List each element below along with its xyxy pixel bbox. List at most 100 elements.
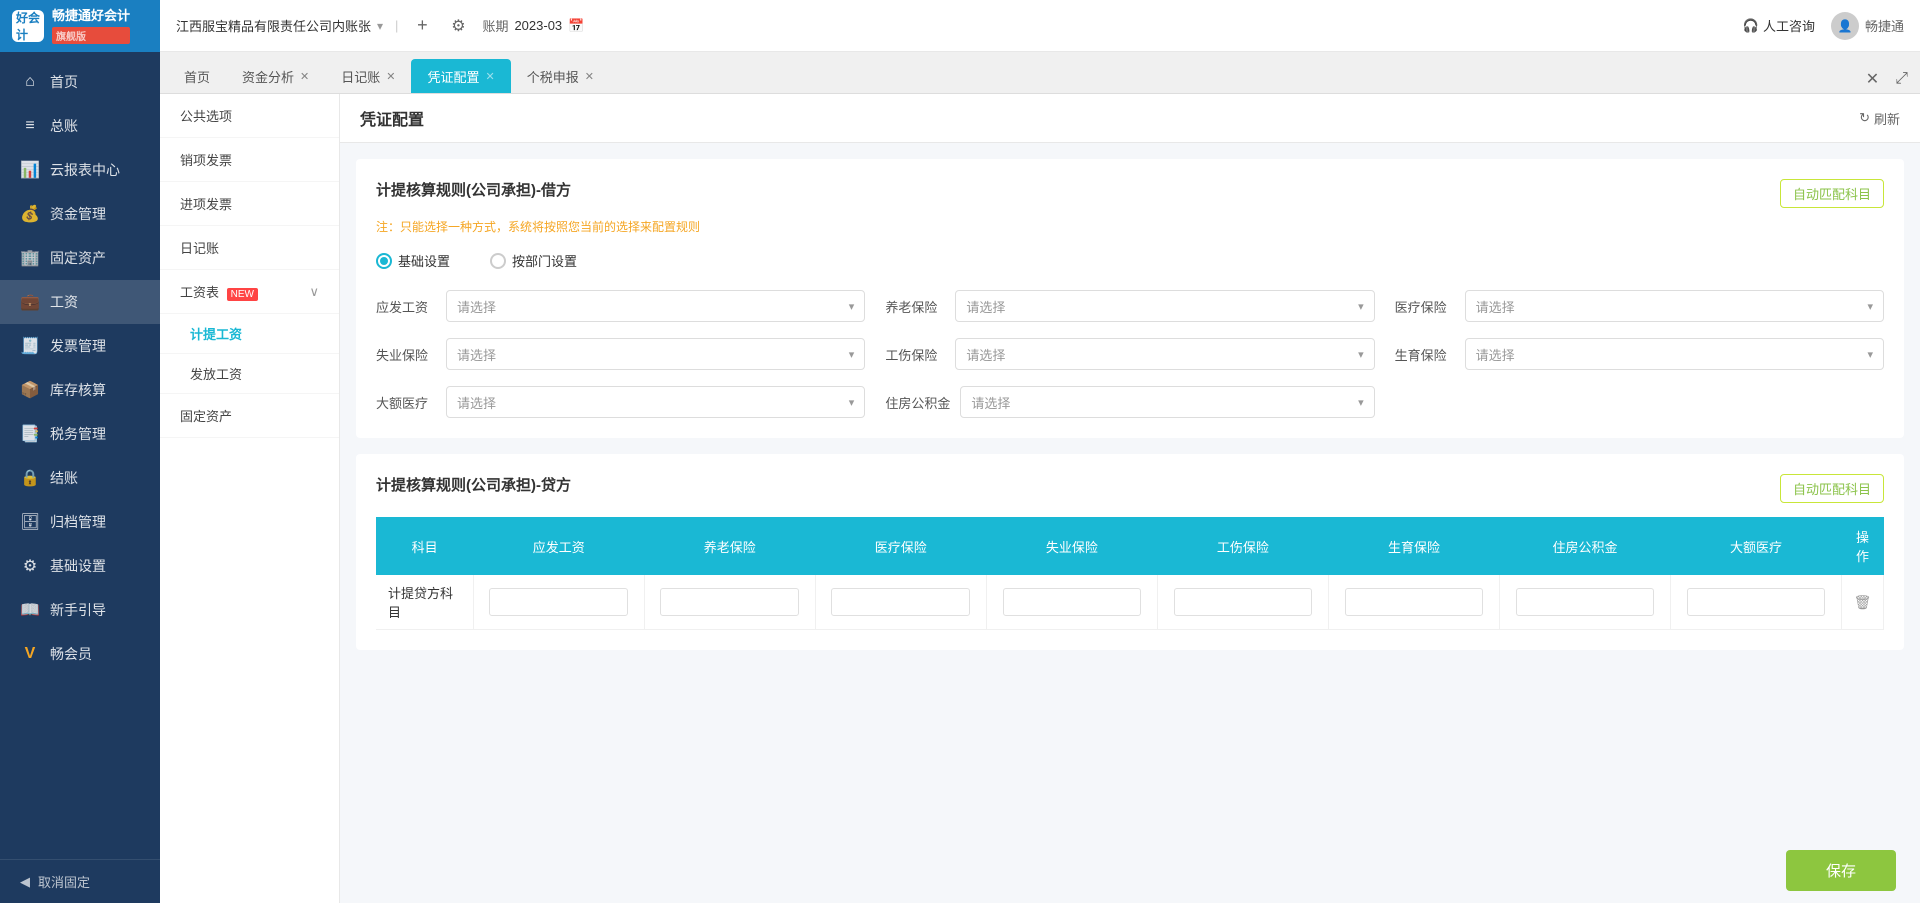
left-nav-purchase-invoice[interactable]: 进项发票 [160,182,339,226]
home-icon: ⌂ [20,73,40,91]
sidebar-item-settings-label: 基础设置 [50,556,106,576]
input-large-medical[interactable] [1687,588,1826,616]
fixed-assets-icon: 🏢 [20,248,40,268]
left-nav-fixed-asset-label: 固定资产 [180,406,232,425]
sidebar-item-tax[interactable]: 📑 税务管理 [0,412,160,456]
select-medical[interactable]: 请选择 ▾ [1465,290,1884,322]
tab-home[interactable]: 首页 [168,59,226,93]
sidebar-item-ledger-label: 总账 [50,116,78,136]
select-unemployment[interactable]: 请选择 ▾ [446,338,865,370]
form-item-salary: 应发工资 请选择 ▾ [376,290,865,322]
close-window-btn[interactable]: ✕ [1862,65,1883,93]
sidebar-item-guide[interactable]: 📖 新手引导 [0,588,160,632]
input-medical[interactable] [831,588,970,616]
fullscreen-btn[interactable]: ⤢ [1891,66,1912,92]
reports-icon: 📊 [20,160,40,180]
tab-finance[interactable]: 资金分析 ✕ [226,59,325,93]
select-salary[interactable]: 请选择 ▾ [446,290,865,322]
sidebar-item-close-label: 结账 [50,468,78,488]
finance-icon: 💰 [20,204,40,224]
tab-journal-close[interactable]: ✕ [386,70,395,83]
th-unemployment: 失业保险 [986,517,1157,575]
credit-section: 自动匹配科目 计提核算规则(公司承担)-贷方 科目 应发工资 养老保险 医疗保险… [356,454,1904,650]
label-unemployment: 失业保险 [376,345,436,364]
tab-tax[interactable]: 个税申报 ✕ [511,59,610,93]
select-work-injury[interactable]: 请选择 ▾ [955,338,1374,370]
sidebar-item-ledger[interactable]: ≡ 总账 [0,104,160,148]
left-nav-calc-salary[interactable]: 计提工资 [160,314,339,354]
sidebar-item-reports[interactable]: 📊 云报表中心 [0,148,160,192]
debit-auto-match-btn[interactable]: 自动匹配科目 [1780,179,1884,208]
select-maternity[interactable]: 请选择 ▾ [1465,338,1884,370]
sidebar: 好会计 畅捷通好会计 旗舰版 ⌂ 首页 ≡ 总账 📊 云报表中心 💰 资金管理 … [0,0,160,903]
tab-voucher-close[interactable]: ✕ [486,70,495,83]
tab-finance-label: 资金分析 [242,67,294,86]
sidebar-item-inventory-label: 库存核算 [50,380,106,400]
credit-table-header: 科目 应发工资 养老保险 医疗保险 失业保险 工伤保险 生育保险 住房公积金 大… [376,517,1884,575]
th-maternity: 生育保险 [1328,517,1499,575]
input-work-injury[interactable] [1174,588,1313,616]
input-salary[interactable] [489,588,628,616]
tabbar: 首页 资金分析 ✕ 日记账 ✕ 凭证配置 ✕ 个税申报 ✕ ✕ ⤢ [160,52,1920,94]
select-housing[interactable]: 请选择 ▾ [960,386,1374,418]
th-large-medical: 大额医疗 [1671,517,1842,575]
tab-finance-close[interactable]: ✕ [300,70,309,83]
app-name: 畅捷通好会计 [52,8,130,25]
select-large-medical[interactable]: 请选择 ▾ [446,386,865,418]
th-salary: 应发工资 [473,517,644,575]
debit-section-note: 注：只能选择一种方式，系统将按照您当前的选择来配置规则 [376,218,1884,235]
credit-row-label: 计提贷方科目 [376,575,473,630]
sidebar-item-invoice[interactable]: 🧾 发票管理 [0,324,160,368]
company-selector[interactable]: 江西服宝精品有限责任公司内账张 ▾ [176,16,383,35]
sidebar-item-archive[interactable]: 🗄 归档管理 [0,500,160,544]
sidebar-item-inventory[interactable]: 📦 库存核算 [0,368,160,412]
cancel-fixed-btn[interactable]: ◀ 取消固定 [0,859,160,903]
radio-department[interactable]: 按部门设置 [490,251,577,270]
left-nav-sales-invoice[interactable]: 销项发票 [160,138,339,182]
separator: | [395,18,398,33]
cell-action: 🗑 [1842,575,1884,630]
th-subject: 科目 [376,517,473,575]
left-nav-public[interactable]: 公共选项 [160,94,339,138]
tab-tax-close[interactable]: ✕ [585,70,594,83]
cell-salary [473,575,644,630]
input-pension[interactable] [660,588,799,616]
service-btn[interactable]: 🎧 人工咨询 [1743,16,1815,35]
main-panel: 凭证配置 ↻ 刷新 自动匹配科目 计提核算规则(公司承担)-借方 注：只能选择一… [340,94,1920,903]
debit-form-grid: 应发工资 请选择 ▾ 养老保险 请选择 ▾ 医疗 [376,290,1884,418]
settings-gear-button[interactable]: ⚙ [446,14,470,38]
save-button[interactable]: 保存 [1786,850,1896,891]
refresh-button[interactable]: ↻ 刷新 [1859,109,1900,128]
left-nav-purchase-label: 进项发票 [180,194,232,213]
credit-auto-match-btn[interactable]: 自动匹配科目 [1780,474,1884,503]
select-pension[interactable]: 请选择 ▾ [955,290,1374,322]
tab-journal[interactable]: 日记账 ✕ [325,59,411,93]
left-nav-salary-table[interactable]: 工资表 NEW ∨ [160,270,339,314]
select-unemployment-placeholder: 请选择 [457,345,496,364]
period-selector[interactable]: 账期 2023-03 📅 [482,16,584,35]
sidebar-item-settings[interactable]: ⚙ 基础设置 [0,544,160,588]
sidebar-item-home[interactable]: ⌂ 首页 [0,60,160,104]
input-housing[interactable] [1516,588,1655,616]
sidebar-item-finance[interactable]: 💰 资金管理 [0,192,160,236]
close-period-icon: 🔒 [20,468,40,488]
add-tab-button[interactable]: + [410,14,434,38]
delete-row-btn[interactable]: 🗑 [1854,594,1872,610]
radio-basic[interactable]: 基础设置 [376,251,450,270]
logo-icon: 好会计 [12,10,44,42]
label-maternity: 生育保险 [1395,345,1455,364]
sidebar-item-membership[interactable]: V 畅会员 [0,632,160,676]
left-nav-fixed-asset[interactable]: 固定资产 [160,394,339,438]
sidebar-item-fixed-assets[interactable]: 🏢 固定资产 [0,236,160,280]
left-nav-journal[interactable]: 日记账 [160,226,339,270]
sidebar-item-close[interactable]: 🔒 结账 [0,456,160,500]
arrow-large-medical: ▾ [849,396,855,409]
input-maternity[interactable] [1345,588,1484,616]
sidebar-item-salary[interactable]: 💼 工资 [0,280,160,324]
left-nav-pay-salary[interactable]: 发放工资 [160,354,339,394]
tab-journal-label: 日记账 [341,67,380,86]
user-menu[interactable]: 👤 畅捷通 [1831,12,1904,40]
archive-icon: 🗄 [20,512,40,532]
input-unemployment[interactable] [1003,588,1142,616]
tab-voucher[interactable]: 凭证配置 ✕ [411,59,510,93]
